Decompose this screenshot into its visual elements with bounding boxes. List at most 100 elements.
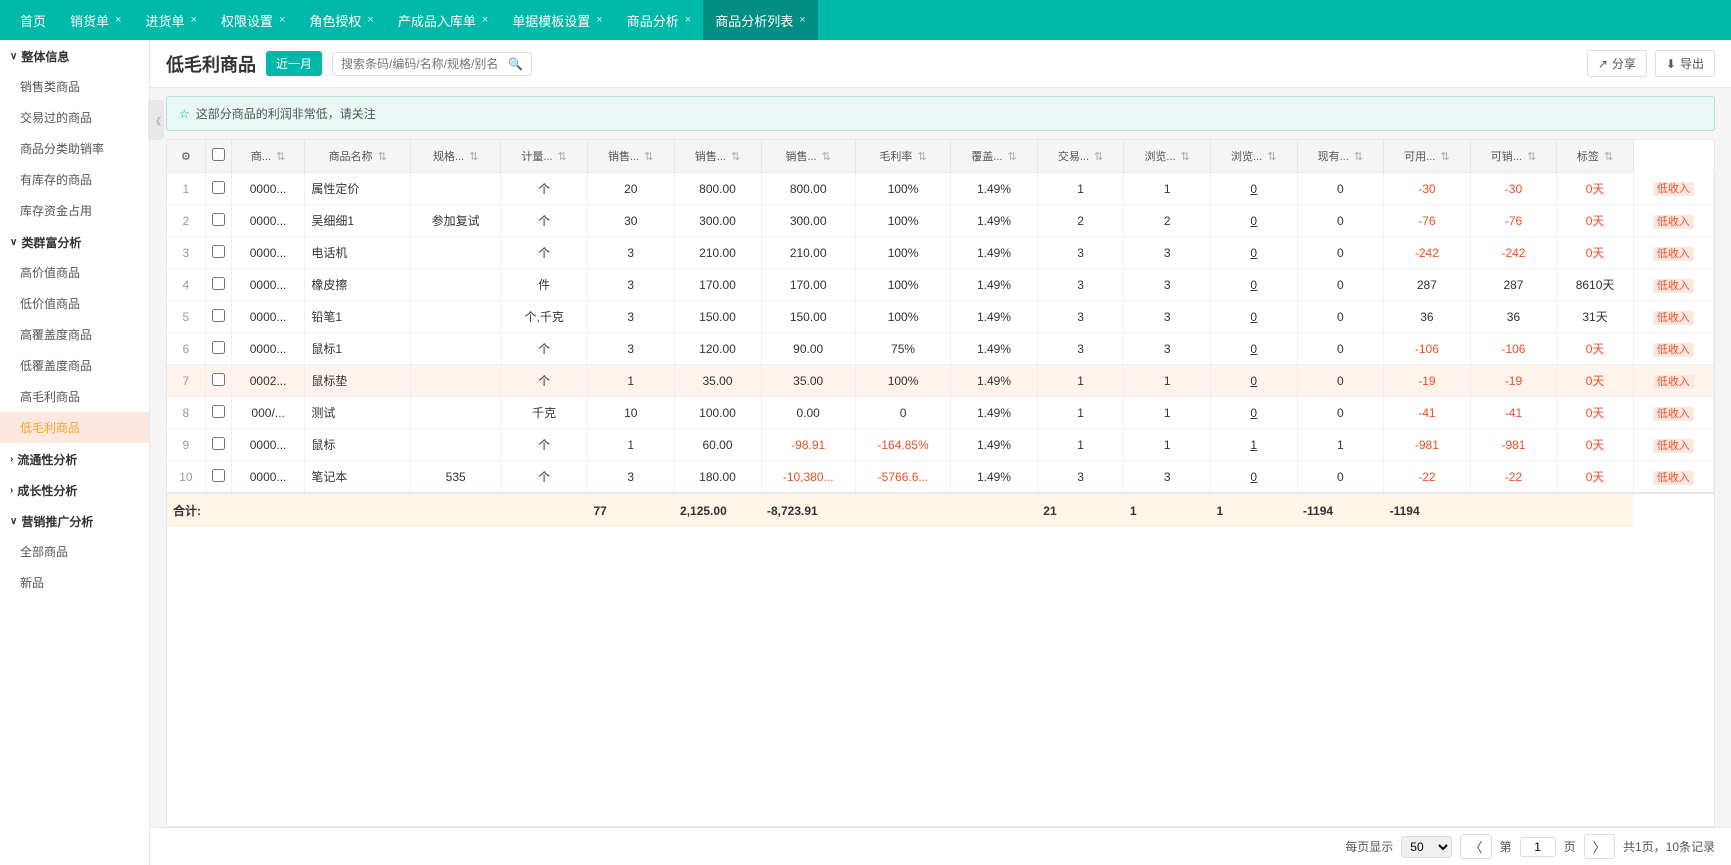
col-checkbox[interactable] — [205, 140, 231, 173]
close-icon[interactable]: × — [799, 14, 805, 26]
col-trade[interactable]: 交易... ⇅ — [1037, 140, 1124, 173]
col-browse2[interactable]: 浏览... ⇅ — [1210, 140, 1297, 173]
page-input[interactable] — [1520, 837, 1556, 857]
nav-purchase[interactable]: 进货单 × — [133, 0, 208, 40]
close-icon[interactable]: × — [279, 14, 285, 26]
page-size-select[interactable]: 50 100 200 — [1401, 836, 1452, 858]
nav-home[interactable]: 首页 — [8, 0, 58, 40]
row-browse1[interactable]: 0 — [1210, 365, 1297, 397]
row-select-checkbox[interactable] — [212, 405, 225, 418]
row-name[interactable]: 测试 — [305, 397, 411, 429]
row-name[interactable]: 橡皮擦 — [305, 269, 411, 301]
sidebar-item-new-goods[interactable]: 新品 — [0, 567, 149, 598]
col-tag[interactable]: 标签 ⇅ — [1557, 140, 1634, 173]
sidebar-group-title-cluster[interactable]: ∨ 类群富分析 — [0, 226, 149, 257]
row-checkbox[interactable] — [205, 237, 231, 269]
row-checkbox[interactable] — [205, 301, 231, 333]
row-select-checkbox[interactable] — [212, 181, 225, 194]
nav-analysis[interactable]: 商品分析 × — [615, 0, 703, 40]
row-browse1[interactable]: 0 — [1210, 237, 1297, 269]
close-icon[interactable]: × — [482, 14, 488, 26]
sidebar-item-capital[interactable]: 库存资金占用 — [0, 195, 149, 226]
col-settings[interactable]: ⚙ — [167, 140, 205, 173]
sidebar-group-title-growth[interactable]: › 成长性分析 — [0, 474, 149, 505]
nav-sales[interactable]: 销货单 × — [58, 0, 133, 40]
col-current-stock[interactable]: 现有... ⇅ — [1297, 140, 1384, 173]
date-filter-button[interactable]: 近一月 — [266, 51, 322, 76]
col-saleable-stock[interactable]: 可销... ⇅ — [1470, 140, 1557, 173]
row-browse1[interactable]: 0 — [1210, 173, 1297, 205]
row-name[interactable]: 鼠标 — [305, 429, 411, 461]
row-browse1[interactable]: 0 — [1210, 461, 1297, 494]
select-all-checkbox[interactable] — [212, 148, 225, 161]
row-name[interactable]: 鼠标1 — [305, 333, 411, 365]
row-select-checkbox[interactable] — [212, 469, 225, 482]
search-box[interactable]: 🔍 — [332, 52, 532, 76]
row-select-checkbox[interactable] — [212, 373, 225, 386]
search-input[interactable] — [341, 57, 504, 71]
row-browse1[interactable]: 0 — [1210, 397, 1297, 429]
row-name[interactable]: 电话机 — [305, 237, 411, 269]
row-checkbox[interactable] — [205, 205, 231, 237]
nav-role[interactable]: 角色授权 × — [297, 0, 385, 40]
col-name[interactable]: 商品名称 ⇅ — [305, 140, 411, 173]
close-icon[interactable]: × — [596, 14, 602, 26]
row-checkbox[interactable] — [205, 365, 231, 397]
col-sale-qty[interactable]: 销售... ⇅ — [587, 140, 674, 173]
row-checkbox[interactable] — [205, 397, 231, 429]
row-name[interactable]: 属性定价 — [305, 173, 411, 205]
col-coverage[interactable]: 覆盖... ⇅ — [951, 140, 1038, 173]
row-select-checkbox[interactable] — [212, 213, 225, 226]
row-checkbox[interactable] — [205, 333, 231, 365]
col-gross-rate[interactable]: 毛利率 ⇅ — [855, 140, 950, 173]
row-name[interactable]: 鼠标垫 — [305, 365, 411, 397]
share-button[interactable]: ↗ 分享 — [1587, 50, 1647, 77]
col-spec[interactable]: 规格... ⇅ — [411, 140, 501, 173]
row-checkbox[interactable] — [205, 461, 231, 494]
sidebar-item-low-gross[interactable]: 低毛利商品 — [0, 412, 149, 443]
row-browse1[interactable]: 0 — [1210, 333, 1297, 365]
close-icon[interactable]: × — [685, 14, 691, 26]
sidebar-item-low-value[interactable]: 低价值商品 — [0, 288, 149, 319]
next-page-button[interactable]: 〉 — [1584, 834, 1615, 859]
row-browse1[interactable]: 0 — [1210, 269, 1297, 301]
row-select-checkbox[interactable] — [212, 309, 225, 322]
col-sale-profit[interactable]: 销售... ⇅ — [761, 140, 855, 173]
row-select-checkbox[interactable] — [212, 245, 225, 258]
nav-template[interactable]: 单据模板设置 × — [500, 0, 614, 40]
col-code[interactable]: 商... ⇅ — [231, 140, 305, 173]
sidebar-item-high-value[interactable]: 高价值商品 — [0, 257, 149, 288]
sidebar-item-traded-goods[interactable]: 交易过的商品 — [0, 102, 149, 133]
col-available-stock[interactable]: 可用... ⇅ — [1384, 140, 1471, 173]
sidebar-item-high-gross[interactable]: 高毛利商品 — [0, 381, 149, 412]
close-icon[interactable]: × — [115, 14, 121, 26]
sidebar-item-all-goods[interactable]: 全部商品 — [0, 536, 149, 567]
prev-page-button[interactable]: 〈 — [1460, 834, 1491, 859]
row-checkbox[interactable] — [205, 269, 231, 301]
row-browse1[interactable]: 1 — [1210, 429, 1297, 461]
nav-permission[interactable]: 权限设置 × — [209, 0, 297, 40]
row-browse1[interactable]: 0 — [1210, 205, 1297, 237]
nav-product-in[interactable]: 产成品入库单 × — [386, 0, 500, 40]
close-icon[interactable]: × — [367, 14, 373, 26]
row-select-checkbox[interactable] — [212, 277, 225, 290]
sidebar-collapse-button[interactable]: 《 — [148, 100, 164, 140]
sidebar-item-high-coverage[interactable]: 高覆盖度商品 — [0, 319, 149, 350]
col-unit[interactable]: 计量... ⇅ — [501, 140, 588, 173]
row-select-checkbox[interactable] — [212, 341, 225, 354]
sidebar-group-title-marketing[interactable]: ∨ 营销推广分析 — [0, 505, 149, 536]
sidebar-item-in-stock[interactable]: 有库存的商品 — [0, 164, 149, 195]
sidebar-item-sales-goods[interactable]: 销售类商品 — [0, 71, 149, 102]
sidebar-group-title-overall[interactable]: ∨ 整体信息 — [0, 40, 149, 71]
col-browse1[interactable]: 浏览... ⇅ — [1124, 140, 1211, 173]
nav-analysis-list[interactable]: 商品分析列表 × — [703, 0, 817, 40]
row-checkbox[interactable] — [205, 429, 231, 461]
row-checkbox[interactable] — [205, 173, 231, 205]
export-button[interactable]: ⬇ 导出 — [1655, 50, 1715, 77]
col-sale-amt[interactable]: 销售... ⇅ — [674, 140, 761, 173]
sidebar-item-category-rate[interactable]: 商品分类助销率 — [0, 133, 149, 164]
row-name[interactable]: 铅笔1 — [305, 301, 411, 333]
row-browse1[interactable]: 0 — [1210, 301, 1297, 333]
sidebar-item-low-coverage[interactable]: 低覆盖度商品 — [0, 350, 149, 381]
row-name[interactable]: 吴细细1 — [305, 205, 411, 237]
